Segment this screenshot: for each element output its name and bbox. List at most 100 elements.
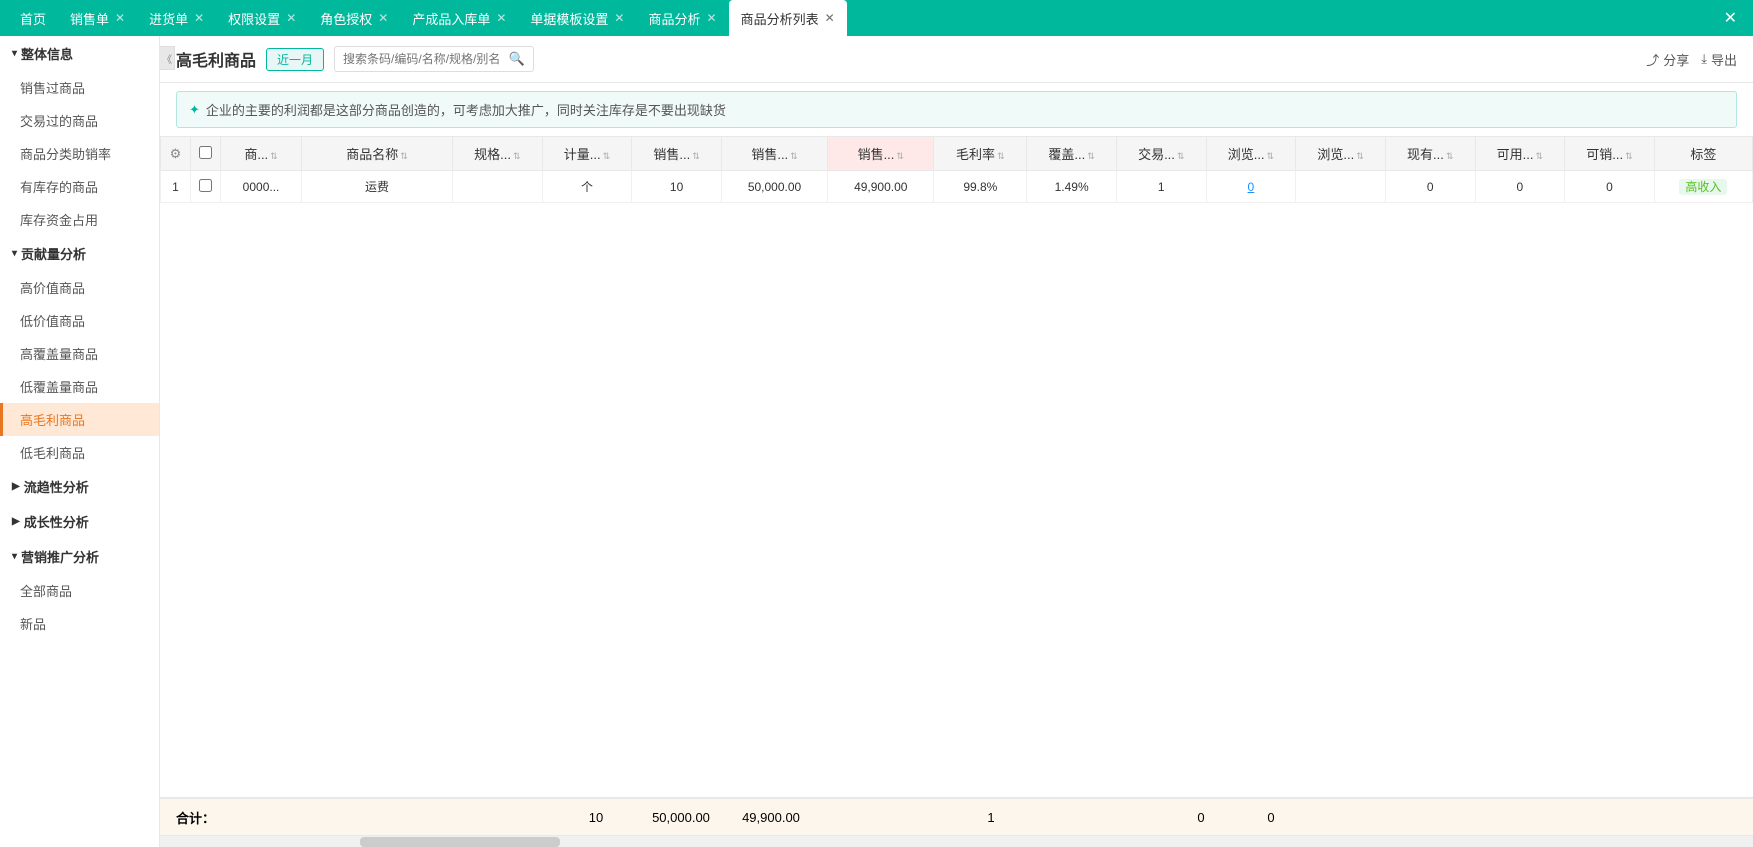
col-header-checkbox[interactable] [191,137,221,171]
col-header-view2[interactable]: 浏览...⇅ [1296,137,1386,171]
nav-item-template[interactable]: 单据模板设置 ✕ [518,0,636,36]
select-all-checkbox[interactable] [199,146,212,159]
arrow-icon-contribution: ▾ [12,248,17,259]
col-header-gear[interactable]: ⚙ [161,137,191,171]
nav-item-perms[interactable]: 权限设置 ✕ [216,0,308,36]
sidebar-group-overall[interactable]: ▾ 整体信息 [0,36,159,71]
sidebar-item-all-goods[interactable]: 全部商品 [0,574,159,607]
col-header-view1[interactable]: 浏览...⇅ [1206,137,1296,171]
cell-checkbox[interactable] [191,171,221,203]
nav-close-analysis[interactable]: ✕ [707,11,717,25]
horizontal-scrollbar[interactable] [160,835,1753,847]
nav-item-analysis[interactable]: 商品分析 ✕ [636,0,728,36]
nav-label-perms: 权限设置 [228,9,280,28]
sidebar-item-high-margin[interactable]: 高毛利商品 [0,403,159,436]
sidebar-group-overall-label: 整体信息 [21,44,73,63]
sidebar-item-traded-goods[interactable]: 交易过的商品 [0,104,159,137]
nav-item-home[interactable]: 首页 [8,0,58,36]
nav-close-perms[interactable]: ✕ [286,11,296,25]
col-header-gross-margin[interactable]: 毛利率⇅ [934,137,1027,171]
arrow-icon-growth: ▶ [12,516,20,527]
sidebar-item-high-coverage[interactable]: 高覆盖量商品 [0,337,159,370]
sidebar-group-growth-label: 成长性分析 [24,512,89,531]
nav-item-sales[interactable]: 销售单 ✕ [58,0,137,36]
nav-close-purchase[interactable]: ✕ [194,11,204,25]
arrow-icon-trend: ▶ [12,481,20,492]
nav-label-template: 单据模板设置 [530,9,608,28]
header-actions: ⤴ 分享 ⤓ 导出 [1646,50,1737,69]
info-text: 企业的主要的利润都是这部分商品创造的，可考虑加大推广，同时关注库存是不要出现缺货 [206,100,726,119]
nav-close-sales[interactable]: ✕ [115,11,125,25]
collapse-sidebar-btn[interactable]: 《 [160,46,175,70]
nav-close-analysis-list[interactable]: ✕ [825,11,835,25]
col-header-sales-qty[interactable]: 销售...⇅ [632,137,722,171]
arrow-icon-marketing: ▾ [12,551,17,562]
col-header-name[interactable]: 商品名称⇅ [302,137,453,171]
sidebar-group-marketing[interactable]: ▾ 营销推广分析 [0,539,159,574]
cell-unit: 个 [542,171,632,203]
sidebar-group-contribution[interactable]: ▾ 贡献量分析 [0,236,159,271]
nav-label-analysis-list: 商品分析列表 [741,9,819,28]
col-header-available[interactable]: 可用...⇅ [1475,137,1565,171]
row-checkbox[interactable] [199,179,212,192]
nav-close-template[interactable]: ✕ [614,11,624,25]
col-header-trade[interactable]: 交易...⇅ [1116,137,1206,171]
export-btn[interactable]: ⤓ 导出 [1701,50,1737,69]
nav-item-analysis-list[interactable]: 商品分析列表 ✕ [729,0,847,36]
cell-name: 运费 [302,171,453,203]
settings-icon[interactable]: ⚙ [170,146,182,161]
nav-label-analysis: 商品分析 [648,9,700,28]
nav-close-roles[interactable]: ✕ [378,11,388,25]
col-header-unit[interactable]: 计量...⇅ [542,137,632,171]
cell-view1[interactable]: 0 [1206,171,1296,203]
filter-recent-month-btn[interactable]: 近一月 [266,48,324,71]
col-header-current-stock[interactable]: 现有...⇅ [1385,137,1475,171]
search-input[interactable] [343,52,505,66]
cell-gross-margin: 99.8% [934,171,1027,203]
col-header-sales-profit[interactable]: 销售...⇅ [828,137,934,171]
sidebar-item-low-value[interactable]: 低价值商品 [0,304,159,337]
sidebar-item-stocked-goods[interactable]: 有库存的商品 [0,170,159,203]
share-icon: ⤴ [1646,50,1659,69]
col-header-coverage[interactable]: 覆盖...⇅ [1027,137,1117,171]
share-btn[interactable]: ⤴ 分享 [1646,50,1689,69]
sidebar-item-stock-capital[interactable]: 库存资金占用 [0,203,159,236]
sidebar-item-low-margin[interactable]: 低毛利商品 [0,436,159,469]
col-header-code[interactable]: 商...⇅ [221,137,302,171]
sidebar-item-high-value[interactable]: 高价值商品 [0,271,159,304]
nav-item-purchase[interactable]: 进货单 ✕ [137,0,216,36]
cell-spec [452,171,542,203]
search-box: 🔍 [334,46,534,72]
footer-sales-amount: 50,000.00 [636,810,726,825]
sidebar-item-sold-goods[interactable]: 销售过商品 [0,71,159,104]
sidebar-item-category-rate[interactable]: 商品分类助销率 [0,137,159,170]
info-banner: ✦ 企业的主要的利润都是这部分商品创造的，可考虑加大推广，同时关注库存是不要出现… [176,91,1737,128]
data-table: ⚙ 商...⇅ 商品名称⇅ 规 [160,136,1753,203]
arrow-icon-overall: ▾ [12,48,17,59]
nav-item-inbound[interactable]: 产成品入库单 ✕ [400,0,518,36]
sidebar-group-growth[interactable]: ▶ 成长性分析 [0,504,159,539]
footer-sales-qty: 10 [556,810,636,825]
cell-current-stock: 0 [1385,171,1475,203]
footer-values: 10 50,000.00 49,900.00 1 0 0 [226,810,1737,825]
cell-saleable: 0 [1565,171,1655,203]
footer-totals: 合计： 10 50,000.00 49,900.00 1 [160,797,1753,835]
col-header-spec[interactable]: 规格...⇅ [452,137,542,171]
close-all-tabs[interactable]: ✕ [1716,8,1745,28]
top-nav: 首页 销售单 ✕ 进货单 ✕ 权限设置 ✕ 角色授权 ✕ 产成品入库单 ✕ 单据… [0,0,1753,36]
sidebar-item-new-goods[interactable]: 新品 [0,607,159,640]
sidebar-group-trend[interactable]: ▶ 流趋性分析 [0,469,159,504]
col-header-saleable[interactable]: 可销...⇅ [1565,137,1655,171]
search-icon[interactable]: 🔍 [509,51,525,67]
nav-close-inbound[interactable]: ✕ [496,11,506,25]
cell-code: 0000... [221,171,302,203]
nav-item-roles[interactable]: 角色授权 ✕ [308,0,400,36]
sidebar-group-marketing-label: 营销推广分析 [21,547,99,566]
footer-available: 0 [1236,810,1306,825]
cell-tag: 高收入 [1654,171,1752,203]
col-header-tag[interactable]: 标签 [1654,137,1752,171]
sidebar-item-low-coverage[interactable]: 低覆盖量商品 [0,370,159,403]
footer-trade: 1 [956,810,1026,825]
scrollbar-thumb[interactable] [360,837,560,847]
col-header-sales-amount[interactable]: 销售...⇅ [721,137,827,171]
